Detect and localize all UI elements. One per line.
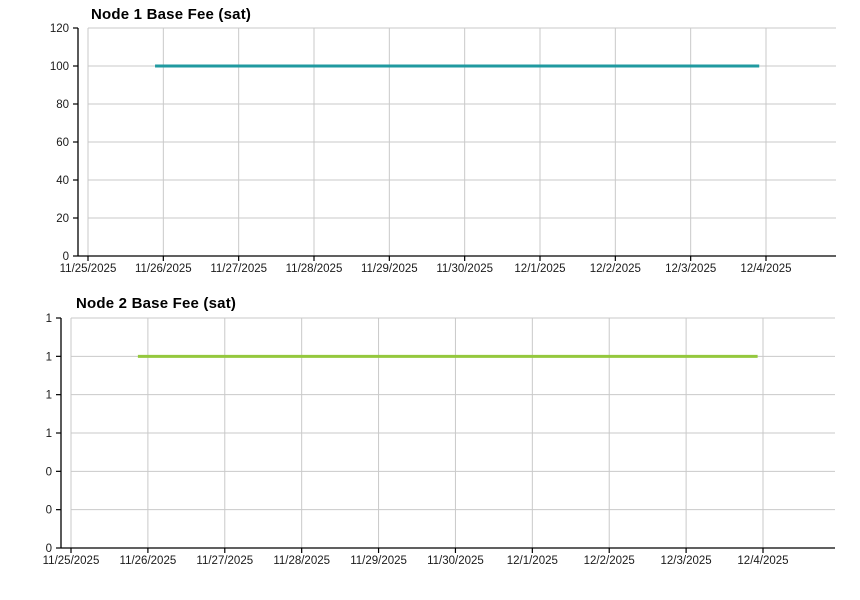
y-tick-label: 1 — [46, 390, 52, 402]
node2-base-fee-chart: Node 2 Base Fee (sat) 11/25/2025 11/26/20… — [0, 290, 860, 600]
x-tick-label: 11/27/2025 — [196, 555, 253, 567]
y-tick-label: 100 — [50, 61, 69, 73]
y-tick-label: 1 — [46, 351, 52, 363]
x-tick-label: 12/1/2025 — [514, 263, 565, 275]
x-tick-label: 11/29/2025 — [361, 263, 418, 275]
x-tick-label: 11/26/2025 — [135, 263, 192, 275]
y-tick-label: 0 — [63, 251, 69, 263]
x-tick-label: 11/30/2025 — [427, 555, 484, 567]
x-tick-label: 12/1/2025 — [507, 555, 558, 567]
x-tick-label: 11/25/2025 — [43, 555, 100, 567]
base-fee-dashboard: Node 1 Base Fee (sat) 11/25/2025 11/26/20… — [0, 0, 860, 600]
x-tick-label: 11/28/2025 — [273, 555, 330, 567]
x-tick-label: 11/29/2025 — [350, 555, 407, 567]
node1-base-fee-chart: Node 1 Base Fee (sat) 11/25/2025 11/26/20… — [0, 0, 860, 290]
y-tick-label: 1 — [46, 428, 52, 440]
x-tick-label: 11/25/2025 — [60, 263, 117, 275]
y-tick-label: 80 — [56, 99, 69, 111]
x-tick-label: 11/26/2025 — [120, 555, 177, 567]
node1-plot-area: 11/25/2025 11/26/2025 11/27/2025 11/28/2025… — [50, 23, 836, 275]
y-tick-label: 1 — [46, 313, 52, 325]
y-tick-label: 120 — [50, 23, 69, 35]
x-tick-label: 12/3/2025 — [661, 555, 712, 567]
x-tick-label: 12/2/2025 — [590, 263, 641, 275]
x-tick-label: 11/27/2025 — [210, 263, 267, 275]
x-tick-label: 12/4/2025 — [737, 555, 788, 567]
x-tick-label: 11/30/2025 — [436, 263, 493, 275]
y-tick-label: 0 — [46, 505, 52, 517]
x-tick-label: 12/3/2025 — [665, 263, 716, 275]
x-tick-label: 12/4/2025 — [740, 263, 791, 275]
y-tick-label: 0 — [46, 543, 52, 555]
y-tick-label: 0 — [46, 466, 52, 478]
x-tick-label: 12/2/2025 — [584, 555, 635, 567]
y-tick-label: 40 — [56, 175, 69, 187]
node2-plot-area: 11/25/2025 11/26/2025 11/27/2025 11/28/2025… — [43, 313, 835, 567]
y-tick-label: 20 — [56, 213, 69, 225]
x-tick-label: 11/28/2025 — [286, 263, 343, 275]
y-tick-label: 60 — [56, 137, 69, 149]
